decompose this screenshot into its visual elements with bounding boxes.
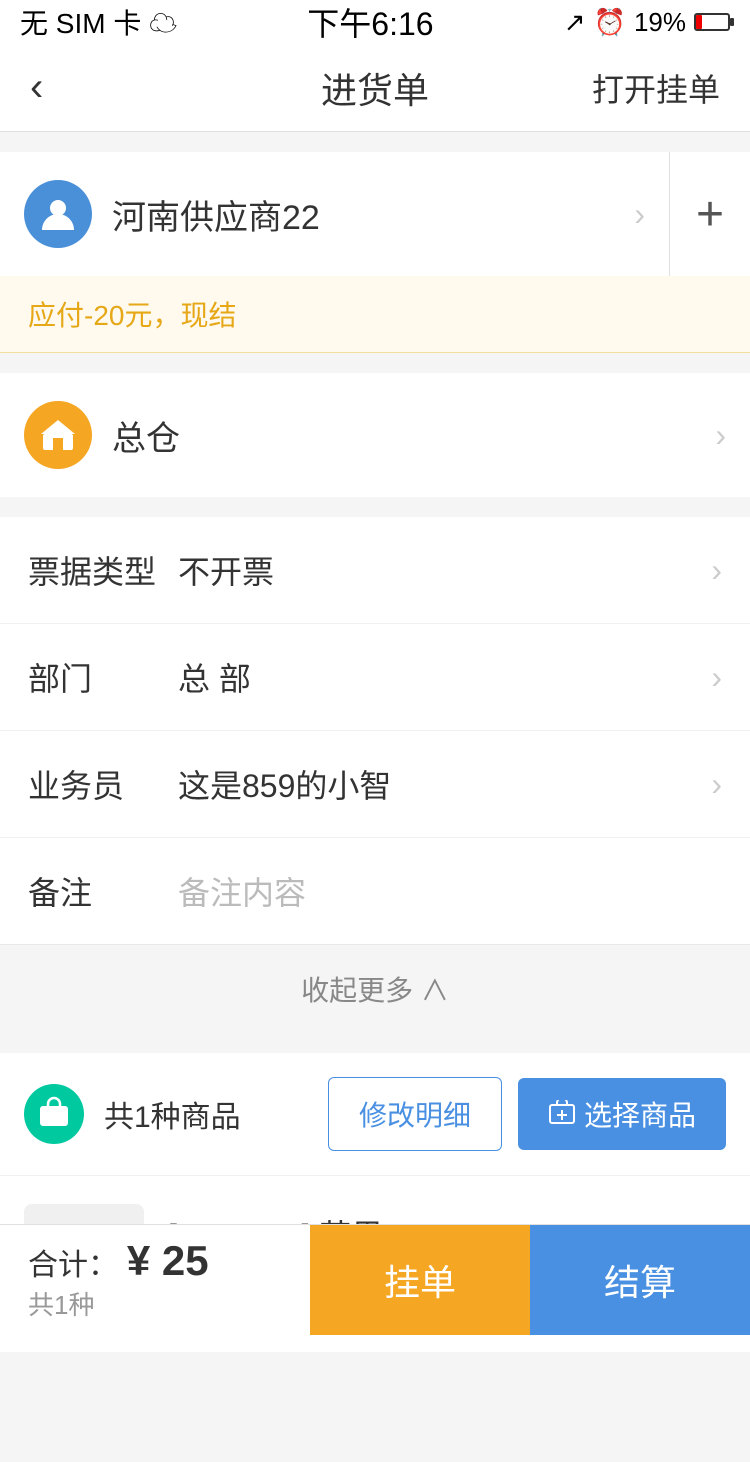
add-supplier-button[interactable]: +	[670, 152, 750, 276]
ticket-type-value: 不开票	[168, 547, 701, 593]
supplier-name: 河南供应商22	[112, 190, 624, 239]
product-icon	[24, 1084, 84, 1144]
product-header: 共1种商品 修改明细 选择商品	[0, 1053, 750, 1175]
back-button[interactable]: ‹	[30, 65, 90, 110]
select-product-button[interactable]: 选择商品	[518, 1078, 726, 1150]
chevron-right-icon: ›	[634, 196, 645, 233]
form-section: 票据类型 不开票 › 部门 总 部 › 业务员 这是859的小智 › 备注 备注…	[0, 517, 750, 944]
nav-bar: ‹ 进货单 打开挂单	[0, 44, 750, 132]
edit-detail-button[interactable]: 修改明细	[328, 1077, 502, 1151]
collapse-button[interactable]: 收起更多 ∧	[0, 944, 750, 1033]
section-gap-1	[0, 132, 750, 152]
checkout-button[interactable]: 结算	[530, 1225, 750, 1335]
open-hang-button[interactable]: 打开挂单	[592, 65, 720, 111]
battery-icon	[694, 13, 730, 31]
warehouse-icon	[24, 401, 92, 469]
footer-total: 合计： ¥ 25 共1种	[0, 1237, 310, 1322]
battery-label: 19%	[634, 7, 686, 38]
remark-input[interactable]: 备注内容	[168, 868, 722, 914]
ticket-type-row[interactable]: 票据类型 不开票 ›	[0, 517, 750, 624]
total-sub: 共1种	[28, 1285, 282, 1322]
total-amount: ¥ 25	[127, 1237, 209, 1284]
dept-label: 部门	[28, 654, 168, 700]
supplier-selector[interactable]: 河南供应商22 ›	[0, 152, 670, 276]
dept-value: 总 部	[168, 654, 701, 700]
ticket-type-label: 票据类型	[28, 547, 168, 593]
warehouse-name: 总仓	[112, 411, 705, 460]
remark-label: 备注	[28, 868, 168, 914]
chevron-right-icon-sales: ›	[711, 766, 722, 803]
sales-label: 业务员	[28, 761, 168, 807]
footer-bar: 合计： ¥ 25 共1种 挂单 结算	[0, 1224, 750, 1334]
chevron-right-icon-warehouse: ›	[715, 417, 726, 454]
product-count-label: 共1种商品	[104, 1092, 328, 1136]
chevron-right-icon-ticket: ›	[711, 552, 722, 589]
select-product-label: 选择商品	[584, 1094, 696, 1134]
alarm-icon: ⏰	[594, 7, 626, 38]
hang-button[interactable]: 挂单	[310, 1225, 530, 1335]
supplier-avatar	[24, 180, 92, 248]
sales-value: 这是859的小智	[168, 761, 701, 807]
supplier-section: 河南供应商22 › +	[0, 152, 750, 276]
sim-label: 无 SIM 卡 ☁	[20, 2, 177, 42]
status-bar: 无 SIM 卡 ☁ 下午6:16 ↗ ⏰ 19%	[0, 0, 750, 44]
warehouse-section[interactable]: 总仓 ›	[0, 373, 750, 497]
remark-row[interactable]: 备注 备注内容	[0, 838, 750, 944]
status-right: ↗ ⏰ 19%	[564, 7, 730, 38]
status-left: 无 SIM 卡 ☁	[20, 2, 177, 42]
dept-row[interactable]: 部门 总 部 ›	[0, 624, 750, 731]
status-time: 下午6:16	[307, 0, 433, 45]
location-icon: ↗	[564, 7, 586, 38]
sales-row[interactable]: 业务员 这是859的小智 ›	[0, 731, 750, 838]
chevron-right-icon-dept: ›	[711, 659, 722, 696]
total-label: 合计：	[28, 1249, 118, 1282]
notice-bar: 应付-20元，现结	[0, 276, 750, 353]
page-title: 进货单	[321, 62, 429, 114]
